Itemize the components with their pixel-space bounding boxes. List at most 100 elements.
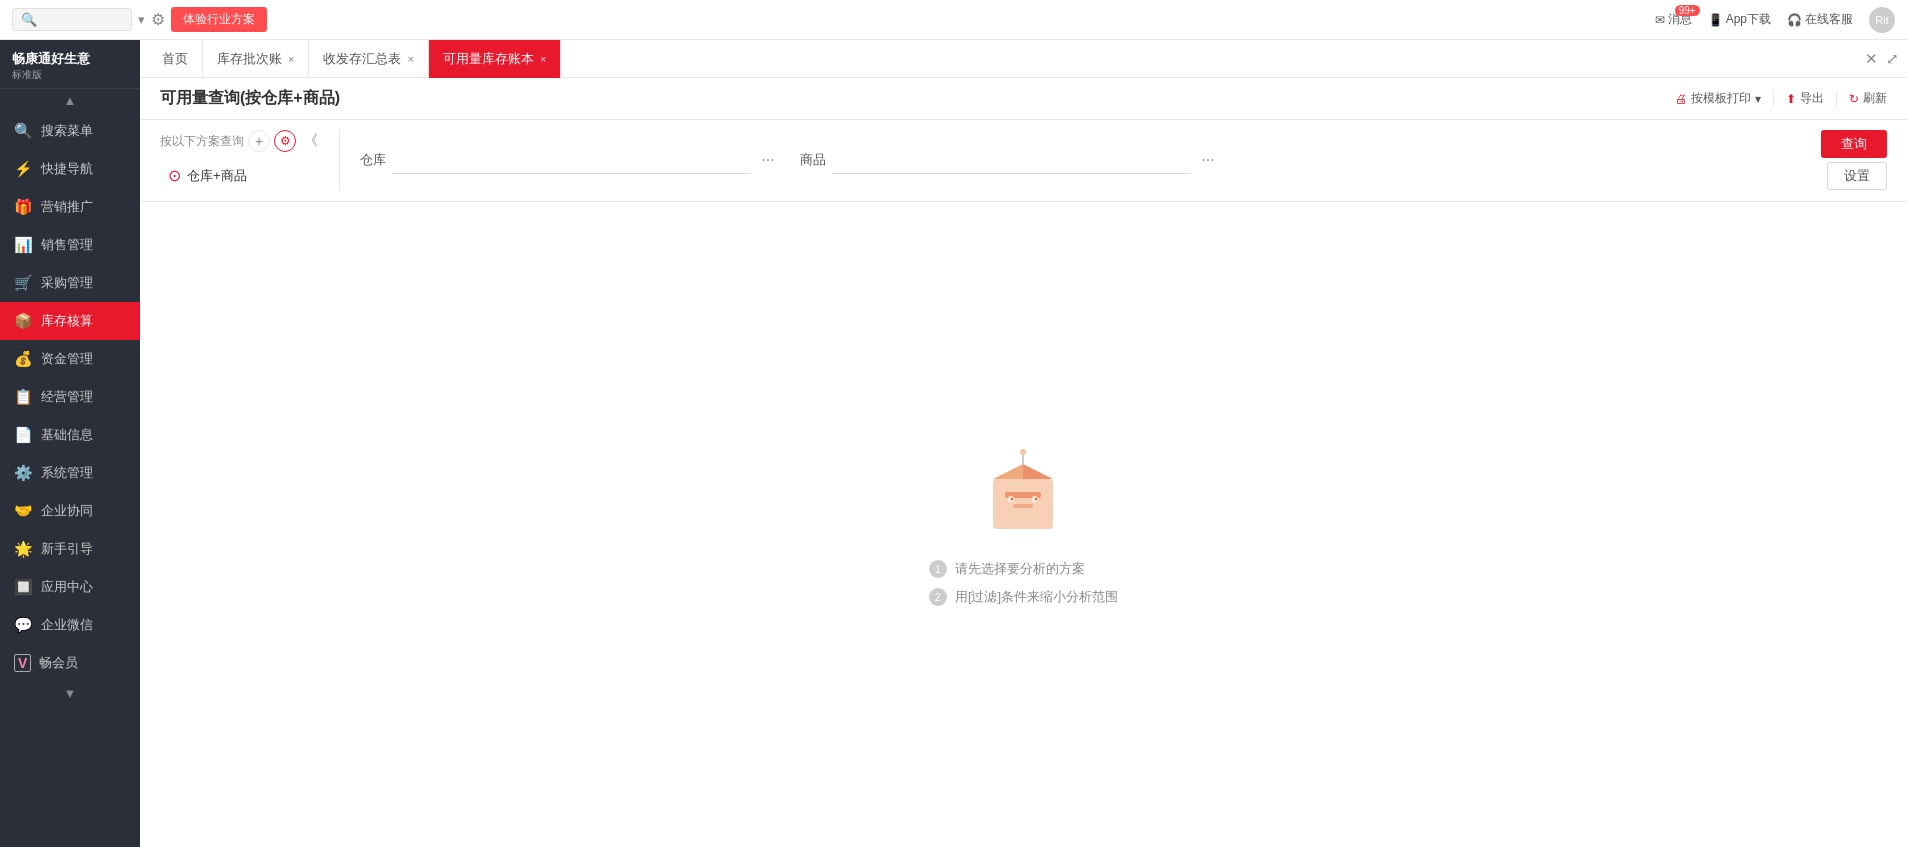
top-bar-left: 🔍 ▾ ⚙ 体验行业方案 (12, 7, 1647, 32)
chevron-down-icon[interactable]: ▾ (138, 12, 145, 27)
system-icon: ⚙️ (14, 464, 33, 482)
tab-batch-account[interactable]: 库存批次账 × (203, 40, 309, 78)
sidebar-item-inventory[interactable]: 📦 库存核算 (0, 302, 140, 340)
tab-close-icon[interactable]: × (288, 53, 294, 65)
filter-actions: + ⚙ 《 (248, 130, 322, 152)
export-label: 导出 (1800, 90, 1824, 107)
enterprise-wechat-icon: 💬 (14, 616, 33, 634)
empty-step1-text: 请先选择要分析的方案 (955, 560, 1085, 578)
tab-close-all-icon[interactable]: ✕ (1865, 50, 1878, 68)
print-btn[interactable]: 🖨 按模板打印 ▾ (1675, 90, 1761, 107)
app-download-btn[interactable]: 📱 App下载 (1708, 11, 1771, 28)
goods-field: 商品 ··· (800, 146, 1220, 174)
filter-settings-btn[interactable]: 设置 (1827, 162, 1887, 190)
search-menu-icon: 🔍 (14, 122, 33, 140)
warehouse-label: 仓库 (360, 151, 386, 169)
basic-info-icon: 📄 (14, 426, 33, 444)
purchase-icon: 🛒 (14, 274, 33, 292)
filter-area: 按以下方案查询 + ⚙ 《 ⊙ 仓库+商品 仓库 (140, 120, 1907, 202)
refresh-btn[interactable]: ↻ 刷新 (1849, 90, 1887, 107)
inventory-icon: 📦 (14, 312, 33, 330)
tab-home[interactable]: 首页 (148, 40, 203, 78)
trial-btn[interactable]: 体验行业方案 (171, 7, 267, 32)
svg-point-8 (1035, 497, 1038, 500)
tab-available-ledger[interactable]: 可用量库存账本 × (429, 40, 561, 78)
page-header: 可用量查询(按仓库+商品) 🖨 按模板打印 ▾ ⬆ 导出 ↻ 刷新 (140, 78, 1907, 120)
warehouse-more-btn[interactable]: ··· (756, 148, 780, 172)
sidebar-item-system[interactable]: ⚙️ 系统管理 (0, 454, 140, 492)
sidebar-item-enterprise-wechat[interactable]: 💬 企业微信 (0, 606, 140, 644)
empty-svg (973, 444, 1073, 544)
sidebar-item-label: 企业协同 (41, 502, 93, 520)
sidebar: 畅康通好生意 标准版 ▲ 🔍 搜索菜单 ⚡ 快捷导航 🎁 营销推广 📊 销售管理… (0, 40, 140, 847)
sidebar-item-label: 系统管理 (41, 464, 93, 482)
app-logo: 畅康通好生意 标准版 (0, 40, 140, 89)
print-icon: 🖨 (1675, 92, 1687, 106)
empty-text: 1 请先选择要分析的方案 2 用[过滤]条件来缩小分析范围 (929, 560, 1118, 606)
sidebar-item-sales[interactable]: 📊 销售管理 (0, 226, 140, 264)
sidebar-item-basic-info[interactable]: 📄 基础信息 (0, 416, 140, 454)
svg-point-7 (1011, 497, 1014, 500)
sidebar-item-purchase[interactable]: 🛒 采购管理 (0, 264, 140, 302)
scheme-item-label: 仓库+商品 (187, 167, 247, 185)
sidebar-scroll-up[interactable]: ▲ (0, 89, 140, 112)
sidebar-item-finance[interactable]: 💰 资金管理 (0, 340, 140, 378)
tab-home-label: 首页 (162, 50, 188, 68)
add-scheme-btn[interactable]: + (248, 130, 270, 152)
query-btn[interactable]: 查询 (1821, 130, 1887, 158)
sidebar-item-operations[interactable]: 📋 经营管理 (0, 378, 140, 416)
sidebar-item-vip-member[interactable]: V 畅会员 (0, 644, 140, 682)
sales-icon: 📊 (14, 236, 33, 254)
message-badge: 99+ (1675, 5, 1700, 16)
marketing-icon: 🎁 (14, 198, 33, 216)
tab-label: 可用量库存账本 (443, 50, 534, 68)
export-btn[interactable]: ⬆ 导出 (1786, 90, 1824, 107)
gear-icon[interactable]: ⚙ (151, 10, 165, 29)
vip-icon: V (14, 654, 31, 672)
page-actions: 🖨 按模板打印 ▾ ⬆ 导出 ↻ 刷新 (1675, 90, 1887, 107)
sidebar-item-app-center[interactable]: 🔲 应用中心 (0, 568, 140, 606)
tab-receipt-summary[interactable]: 收发存汇总表 × (309, 40, 428, 78)
sidebar-item-new-guide[interactable]: 🌟 新手引导 (0, 530, 140, 568)
sidebar-item-label: 资金管理 (41, 350, 93, 368)
divider (1836, 91, 1837, 107)
settings-scheme-btn[interactable]: ⚙ (274, 130, 296, 152)
warehouse-input[interactable] (392, 146, 750, 174)
sidebar-item-marketing[interactable]: 🎁 营销推广 (0, 188, 140, 226)
sidebar-scroll-down[interactable]: ▼ (0, 682, 140, 705)
message-btn[interactable]: ✉ 消息 99+ (1655, 11, 1692, 28)
sidebar-item-label: 采购管理 (41, 274, 93, 292)
sidebar-item-label: 营销推广 (41, 198, 93, 216)
goods-label: 商品 (800, 151, 826, 169)
collapse-btn[interactable]: 《 (300, 130, 322, 152)
search-icon: 🔍 (21, 12, 37, 27)
avatar[interactable]: Rit (1869, 7, 1895, 33)
app-download-label: App下载 (1726, 11, 1771, 28)
empty-step-2: 2 用[过滤]条件来缩小分析范围 (929, 588, 1118, 606)
online-service-label: 在线客服 (1805, 11, 1853, 28)
phone-icon: 📱 (1708, 13, 1723, 27)
new-guide-icon: 🌟 (14, 540, 33, 558)
tab-expand-icon[interactable]: ⤢ (1886, 50, 1899, 68)
content-area: 首页 库存批次账 × 收发存汇总表 × 可用量库存账本 × ✕ ⤢ 可用量查询(… (140, 40, 1907, 847)
tab-label: 库存批次账 (217, 50, 282, 68)
sidebar-item-quick-nav[interactable]: ⚡ 快捷导航 (0, 150, 140, 188)
operations-icon: 📋 (14, 388, 33, 406)
tab-close-icon[interactable]: × (407, 53, 413, 65)
sidebar-item-search-menu[interactable]: 🔍 搜索菜单 (0, 112, 140, 150)
top-search-box[interactable]: 🔍 (12, 8, 132, 31)
refresh-label: 刷新 (1863, 90, 1887, 107)
goods-input[interactable] (832, 146, 1190, 174)
goods-more-btn[interactable]: ··· (1196, 148, 1220, 172)
top-bar-right: ✉ 消息 99+ 📱 App下载 🎧 在线客服 Rit (1655, 7, 1895, 33)
scheme-item-warehouse-goods[interactable]: ⊙ 仓库+商品 (160, 160, 327, 191)
online-service-btn[interactable]: 🎧 在线客服 (1787, 11, 1853, 28)
svg-point-10 (1020, 449, 1026, 455)
sidebar-item-enterprise-coop[interactable]: 🤝 企业协同 (0, 492, 140, 530)
svg-marker-2 (1023, 464, 1053, 479)
tab-close-icon[interactable]: × (540, 53, 546, 65)
print-label: 按模板打印 (1691, 90, 1751, 107)
sidebar-item-label: 基础信息 (41, 426, 93, 444)
main-content: 1 请先选择要分析的方案 2 用[过滤]条件来缩小分析范围 (140, 202, 1907, 847)
sidebar-item-label: 应用中心 (41, 578, 93, 596)
